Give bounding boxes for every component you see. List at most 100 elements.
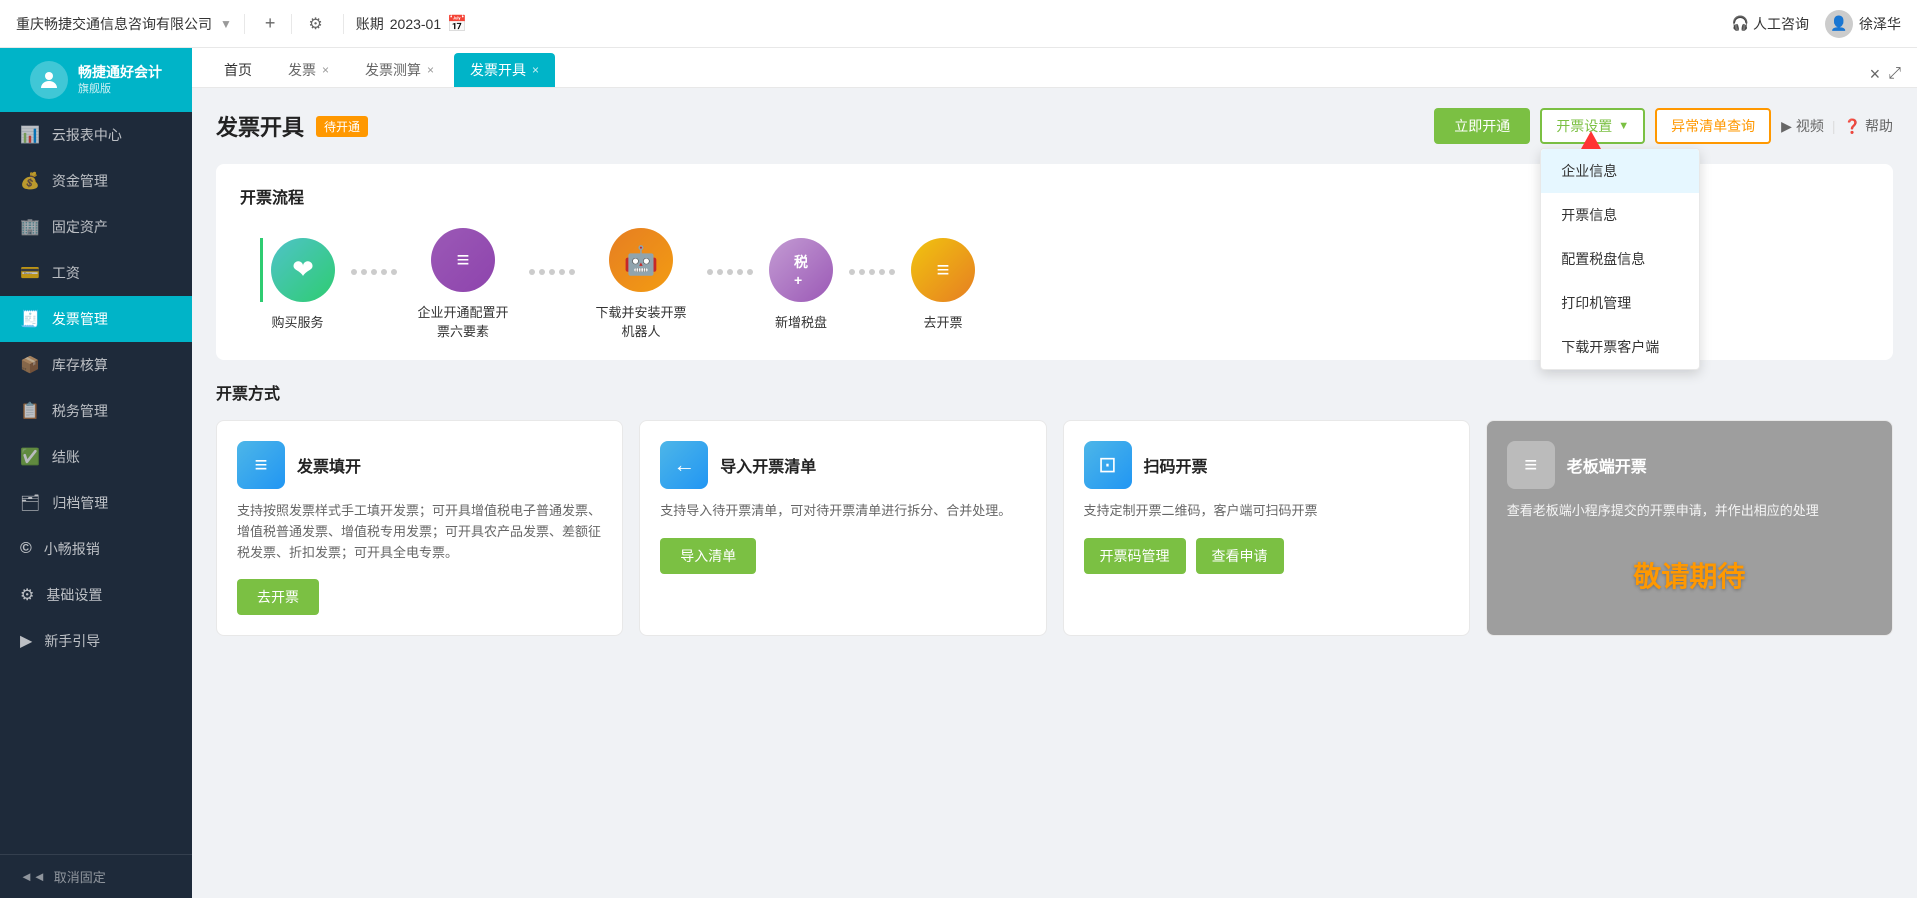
help-btns: ▶ 视频 | ❓ 帮助 [1781, 116, 1893, 136]
flow-step-3-label: 下载并安装开票机器人 [591, 302, 691, 340]
sidebar-label-jiezhang: 结账 [52, 447, 80, 467]
laoban-card-desc: 查看老板端小程序提交的开票申请，并作出相应的处理 [1507, 501, 1872, 522]
logo-icon [30, 61, 68, 99]
user-info[interactable]: 👤 徐泽华 [1825, 10, 1901, 38]
tab-expand-btn[interactable]: ⤢ [1888, 66, 1901, 82]
flow-step-1-label: 购买服务 [271, 312, 323, 331]
calendar-icon[interactable]: 📅 [447, 14, 467, 34]
sidebar-item-fapiao[interactable]: 🧾 发票管理 [0, 296, 192, 342]
saoma-card-icon: ⊡ [1084, 441, 1132, 489]
logo-text: 畅捷通好会计 [78, 64, 162, 81]
sidebar-bottom-label: 取消固定 [54, 867, 106, 886]
page-title: 发票开具 [216, 110, 304, 142]
tab-cesuan-close[interactable]: × [427, 63, 434, 77]
gudingzichan-icon: 🏢 [20, 217, 40, 237]
immediate-open-btn[interactable]: 立即开通 [1434, 108, 1530, 144]
sidebar-item-jiezhang[interactable]: ✅ 结账 [0, 434, 192, 480]
tab-kaiju-close[interactable]: × [532, 63, 539, 77]
sidebar-label-gongzi: 工资 [52, 263, 80, 283]
sidebar-label-yunbao: 云报表中心 [52, 125, 122, 145]
sidebar-item-shuiwu[interactable]: 📋 税务管理 [0, 388, 192, 434]
dropdown-item-dayinji[interactable]: 打印机管理 [1541, 281, 1699, 325]
billing-card-saoma: ⊡ 扫码开票 支持定制开票二维码，客户端可扫码开票 开票码管理 查看申请 [1063, 420, 1470, 636]
tab-fapiao-close[interactable]: × [322, 63, 329, 77]
gongzi-icon: 💳 [20, 263, 40, 283]
saoma-card-desc: 支持定制开票二维码，客户端可扫码开票 [1084, 501, 1449, 522]
support-btn[interactable]: 🎧 人工咨询 [1732, 14, 1809, 34]
help-circle-icon: ❓ [1844, 118, 1861, 135]
tab-cesuan-label: 发票测算 [365, 60, 421, 80]
sidebar-logo: 畅捷通好会计 旗舰版 [0, 48, 192, 112]
dropdown-item-peizhi[interactable]: 配置税盘信息 [1541, 237, 1699, 281]
saoma-card-title: 扫码开票 [1144, 453, 1208, 477]
help-label[interactable]: 帮助 [1865, 116, 1893, 136]
sidebar-item-gongzi[interactable]: 💳 工资 [0, 250, 192, 296]
sidebar-item-yunbao[interactable]: 📊 云报表中心 [0, 112, 192, 158]
guidang-icon: 🗂 [20, 493, 40, 513]
company-selector[interactable]: 重庆畅捷交通信息咨询有限公司 ▼ [16, 14, 232, 34]
jiezhang-icon: ✅ [20, 447, 40, 467]
video-label[interactable]: 视频 [1796, 116, 1824, 136]
settings-btn[interactable]: ⚙ [300, 14, 330, 34]
sidebar-item-gudingzichan[interactable]: 🏢 固定资产 [0, 204, 192, 250]
invoice-settings-dropdown: 企业信息 开票信息 配置税盘信息 打印机管理 下载开票客户端 [1540, 148, 1700, 370]
logo-sub: 旗舰版 [78, 80, 162, 96]
billing-card-tian: ≡ 发票填开 支持按照发票样式手工填开发票；可开具增值税电子普通发票、增值税普通… [216, 420, 623, 636]
tab-close-btn[interactable]: × [1870, 65, 1881, 83]
billing-card-daoru: ← 导入开票清单 支持导入待开票清单，可对待开票清单进行拆分、合并处理。 导入清… [639, 420, 1046, 636]
flow-step-1-circle: ❤ [271, 238, 335, 302]
tab-fapiao-kaiju[interactable]: 发票开具 × [454, 53, 555, 87]
abnormal-query-btn[interactable]: 异常清单查询 [1655, 108, 1771, 144]
laoban-card-icon: ≡ [1507, 441, 1555, 489]
yunbao-icon: 📊 [20, 125, 40, 145]
tab-fapiao-cesuan[interactable]: 发票测算 × [349, 53, 450, 87]
flow-step-2-circle: ≡ [431, 228, 495, 292]
tab-home[interactable]: 首页 [208, 53, 268, 87]
flow-step-5-circle: ≡ [911, 238, 975, 302]
fapiao-icon: 🧾 [20, 309, 40, 329]
add-company-btn[interactable]: + [257, 13, 284, 34]
sidebar-item-kucun[interactable]: 📦 库存核算 [0, 342, 192, 388]
sidebar-label-xiaochang: 小畅报销 [44, 539, 100, 559]
user-name: 徐泽华 [1859, 14, 1901, 34]
laoban-card-title: 老板端开票 [1567, 453, 1647, 477]
period-value: 2023-01 [390, 16, 441, 32]
methods-section-title: 开票方式 [216, 380, 1893, 404]
pin-icon: ◄◄ [20, 869, 46, 884]
sidebar-item-jichushezhi[interactable]: ⚙ 基础设置 [0, 572, 192, 618]
tian-card-title: 发票填开 [297, 453, 361, 477]
xiaochang-icon: © [20, 540, 32, 558]
daoru-card-title: 导入开票清单 [720, 453, 816, 477]
daoru-import-btn[interactable]: 导入清单 [660, 538, 756, 574]
avatar: 👤 [1825, 10, 1853, 38]
sidebar-item-guidang[interactable]: 🗂 归档管理 [0, 480, 192, 526]
video-play-icon[interactable]: ▶ [1781, 118, 1792, 135]
support-label: 人工咨询 [1753, 14, 1809, 34]
laoban-overlay-badge: 敬请期待 [1633, 555, 1745, 595]
daoru-card-icon: ← [660, 441, 708, 489]
help-divider: | [1832, 118, 1836, 134]
status-badge: 待开通 [316, 116, 368, 137]
sidebar-label-xinshou: 新手引导 [44, 631, 100, 651]
tab-kaiju-label: 发票开具 [470, 60, 526, 80]
tian-card-icon: ≡ [237, 441, 285, 489]
sidebar-item-zijin[interactable]: 💰 资金管理 [0, 158, 192, 204]
sidebar-item-xiaochang[interactable]: © 小畅报销 [0, 526, 192, 572]
dropdown-item-qiye[interactable]: 企业信息 [1541, 149, 1699, 193]
kucun-icon: 📦 [20, 355, 40, 375]
tian-goto-btn[interactable]: 去开票 [237, 579, 319, 615]
dropdown-item-kaipiao[interactable]: 开票信息 [1541, 193, 1699, 237]
company-name: 重庆畅捷交通信息咨询有限公司 [16, 14, 212, 34]
saoma-code-mgmt-btn[interactable]: 开票码管理 [1084, 538, 1186, 574]
dropdown-item-xiazai[interactable]: 下载开票客户端 [1541, 325, 1699, 369]
sidebar-item-xinshouyindao[interactable]: ▶ 新手引导 [0, 618, 192, 664]
sidebar-bottom-action[interactable]: ◄◄ 取消固定 [0, 854, 192, 898]
billing-card-laoban: ≡ 老板端开票 查看老板端小程序提交的开票申请，并作出相应的处理 敬请期待 [1486, 420, 1893, 636]
saoma-view-apply-btn[interactable]: 查看申请 [1196, 538, 1284, 574]
sidebar-label-gudingzichan: 固定资产 [52, 217, 108, 237]
tab-fapiao[interactable]: 发票 × [272, 53, 345, 87]
flow-step-4-circle: 税+ [769, 238, 833, 302]
tian-card-desc: 支持按照发票样式手工填开发票；可开具增值税电子普通发票、增值税普通发票、增值税专… [237, 501, 602, 563]
company-dropdown-icon: ▼ [220, 17, 232, 31]
sidebar-label-jichushezhi: 基础设置 [46, 585, 102, 605]
